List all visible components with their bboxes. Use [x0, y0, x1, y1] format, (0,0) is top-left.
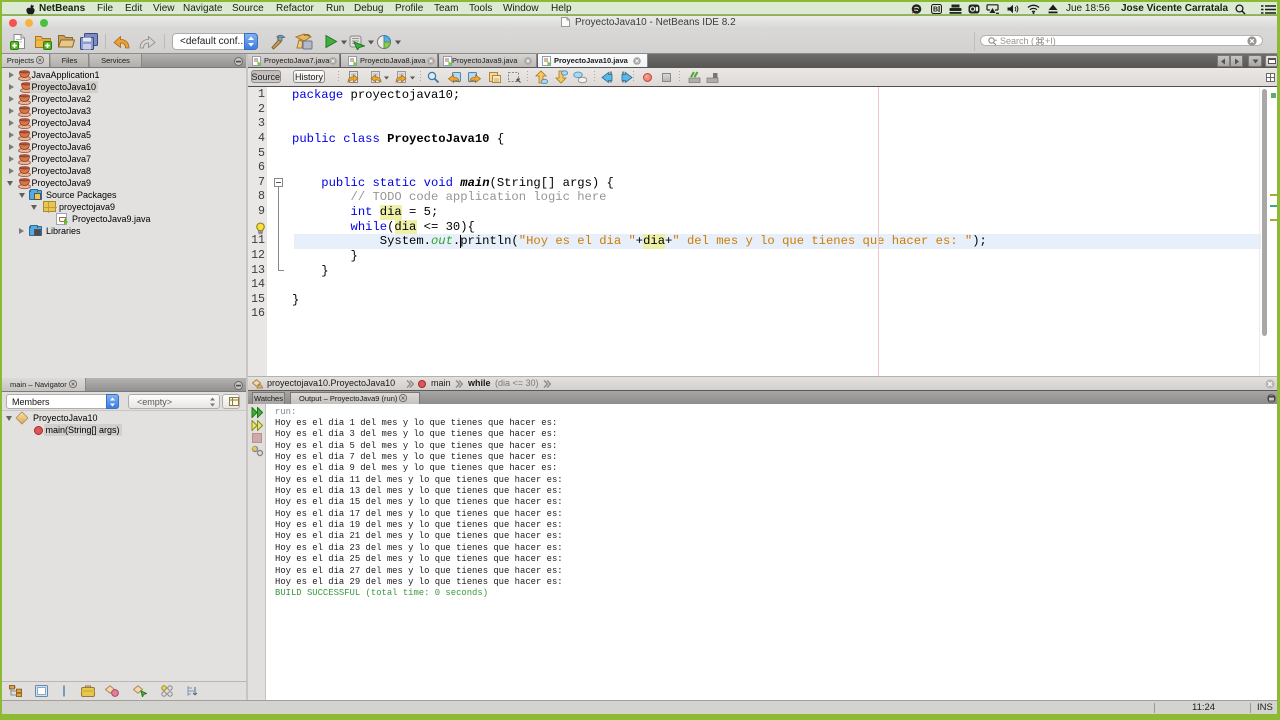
svg-text:B: B [933, 7, 938, 14]
